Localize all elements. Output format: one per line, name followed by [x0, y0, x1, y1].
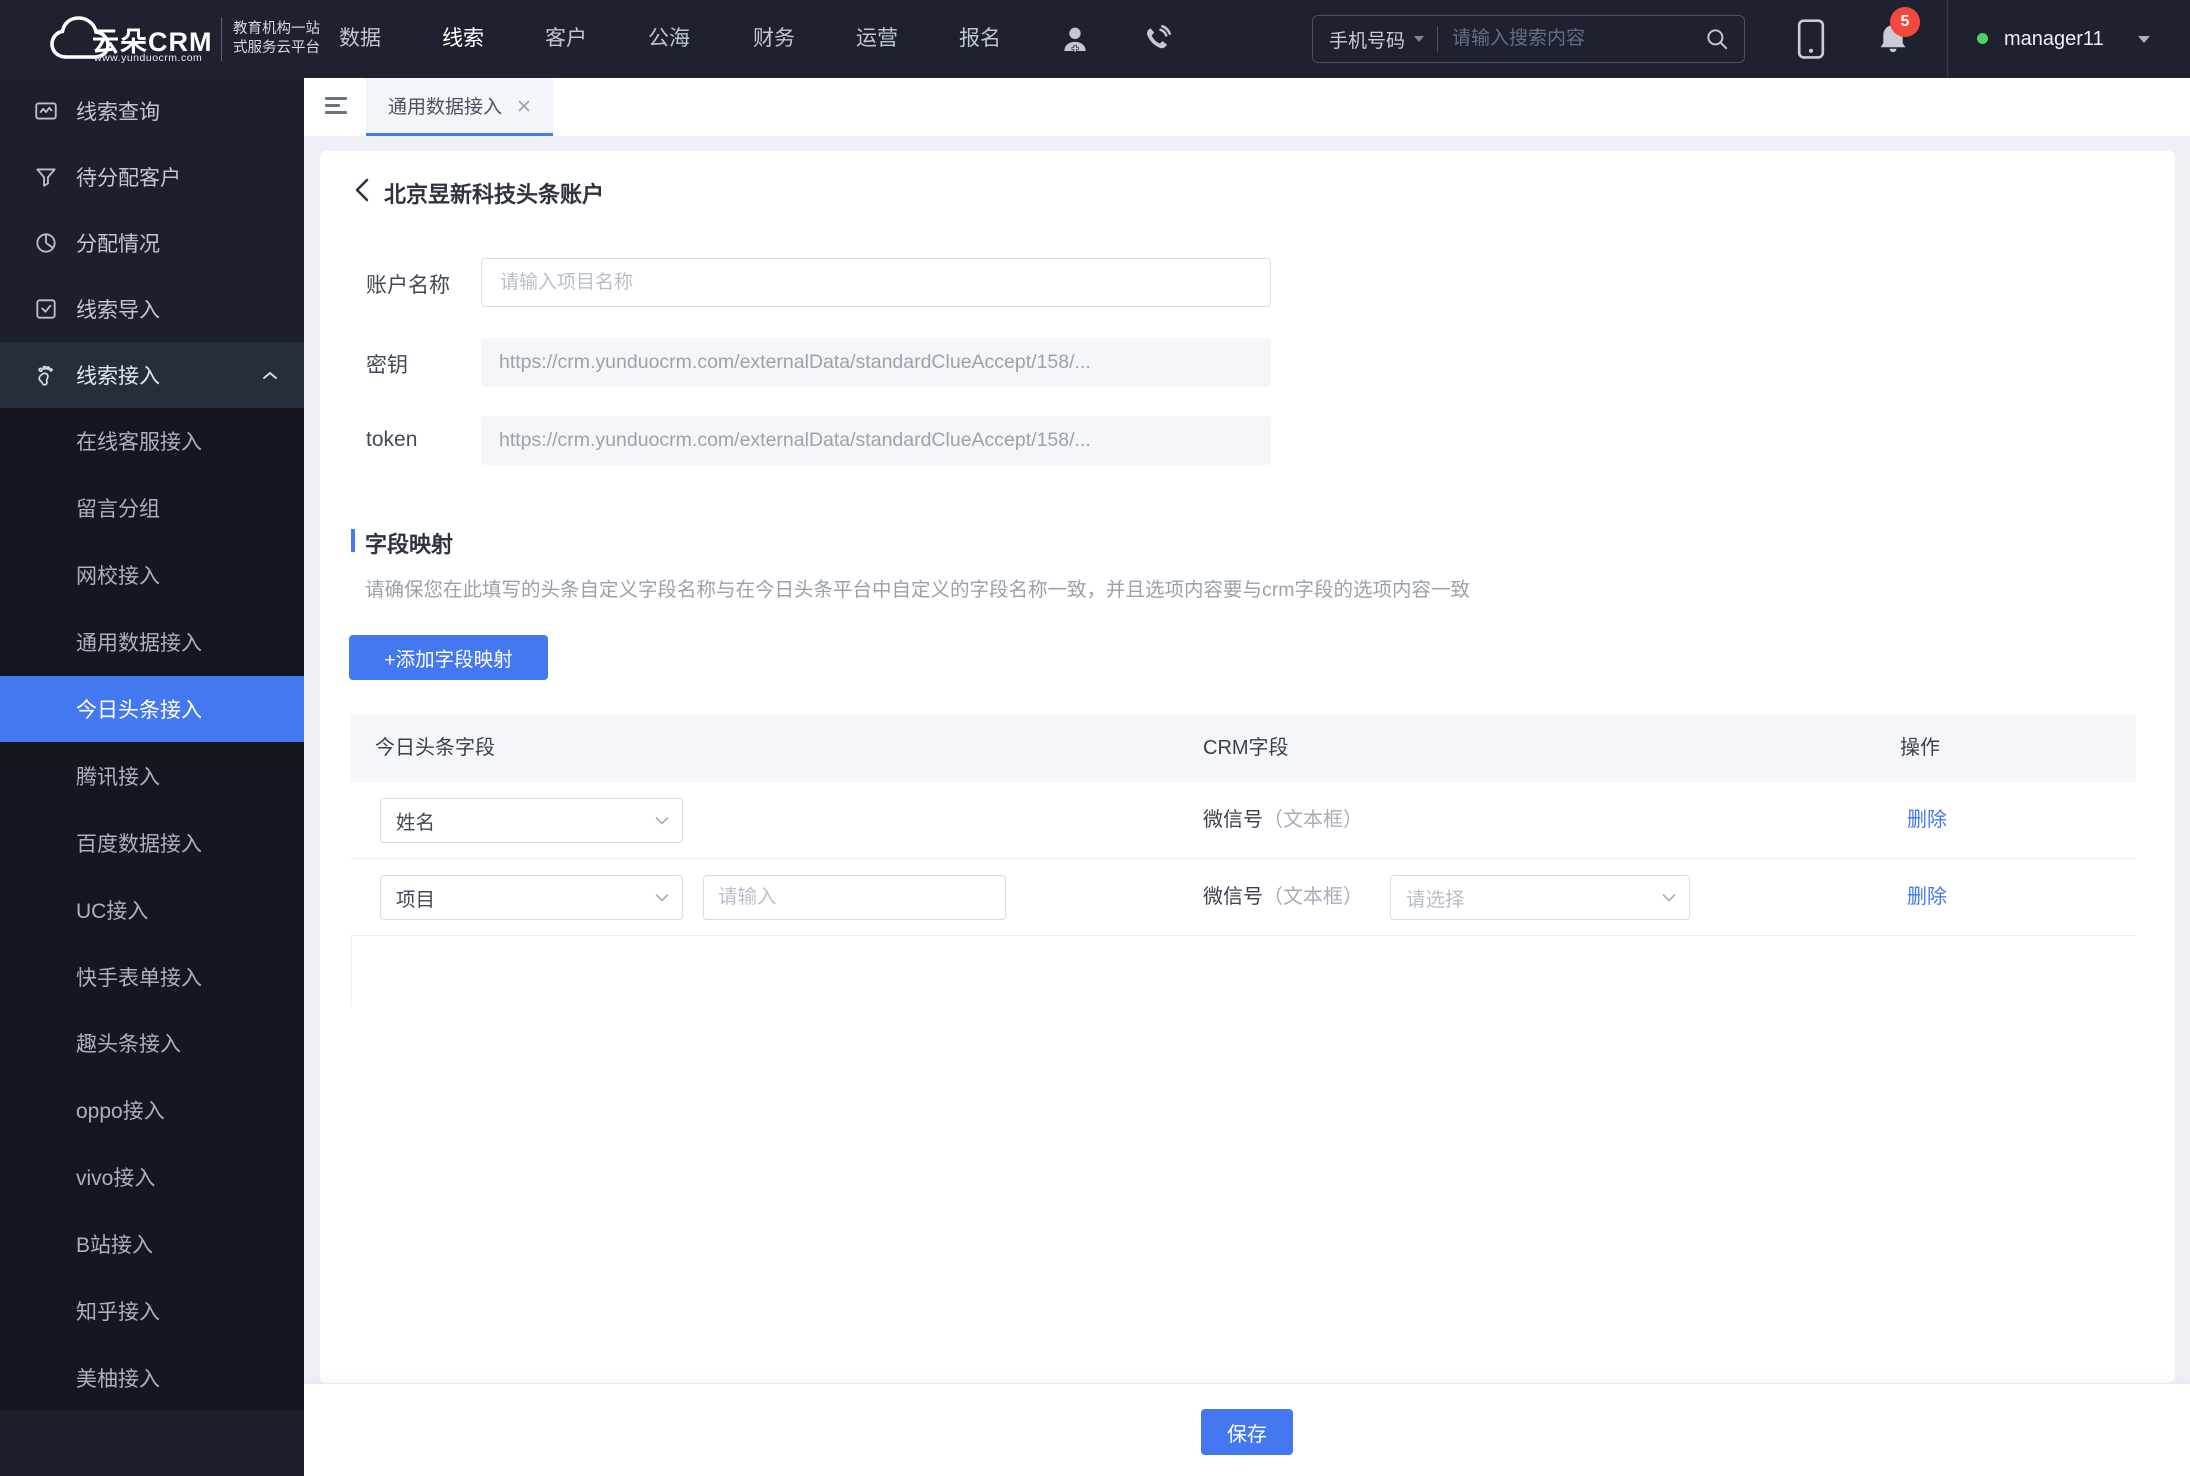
- back-chevron-icon[interactable]: [353, 177, 375, 203]
- footer-action-bar: 保存: [304, 1383, 2190, 1476]
- brand-url: www.yunduocrm.com: [94, 52, 203, 64]
- secret-key-label: 密钥: [366, 354, 408, 377]
- collapse-menu-icon[interactable]: [325, 97, 347, 117]
- sidebar-item-uc-access[interactable]: UC接入: [0, 876, 304, 943]
- chevron-down-icon: [655, 816, 669, 825]
- chevron-up-icon: [262, 370, 278, 380]
- sidebar-item-vivo-access[interactable]: vivo接入: [0, 1144, 304, 1211]
- topnav-customers[interactable]: 客户: [545, 0, 587, 78]
- table-row: 姓名 微信号（文本框） 删除: [351, 782, 2136, 859]
- sidebar-item-toutiao-access[interactable]: 今日头条接入: [0, 675, 304, 743]
- crm-field-cell: 微信号（文本框）: [1203, 886, 1363, 908]
- sidebar-item-zhihu-access[interactable]: 知乎接入: [0, 1278, 304, 1345]
- clue-access-submenu: 在线客服接入 留言分组 网校接入 通用数据接入 今日头条接入 腾讯接入 百度数据…: [0, 408, 304, 1412]
- sidebar-item-general-data-access[interactable]: 通用数据接入: [0, 609, 304, 676]
- sidebar-item-oppo-access[interactable]: oppo接入: [0, 1077, 304, 1144]
- save-button[interactable]: 保存: [1201, 1409, 1293, 1455]
- secret-key-value: https://crm.yunduocrm.com/externalData/s…: [481, 338, 1271, 387]
- topnav-public-pool[interactable]: 公海: [648, 0, 690, 78]
- main-panel: 北京昱新科技头条账户 账户名称 密钥 https://crm.yunduocrm…: [320, 151, 2175, 1383]
- sidebar-item-message-group[interactable]: 留言分组: [0, 475, 304, 542]
- search-icon[interactable]: [1704, 26, 1730, 52]
- account-name-input[interactable]: [481, 258, 1271, 307]
- delete-row-link[interactable]: 删除: [1907, 782, 1947, 859]
- sidebar-item-clue-query[interactable]: 线索查询: [0, 78, 304, 144]
- user-menu[interactable]: manager11: [2004, 0, 2104, 78]
- toutiao-field-select[interactable]: 项目: [380, 875, 683, 920]
- notification-badge: 5: [1890, 7, 1920, 37]
- field-mapping-title: 字段映射: [365, 532, 454, 557]
- call-phone-icon[interactable]: [1140, 0, 1174, 78]
- global-search-box: 手机号码: [1312, 15, 1745, 63]
- table-empty-area: [351, 936, 2136, 1006]
- table-header-row: 今日头条字段 CRM字段 操作: [351, 715, 2136, 782]
- page-title: 北京昱新科技头条账户: [384, 182, 605, 207]
- online-status-dot: [1977, 33, 1988, 44]
- funnel-icon: [33, 164, 59, 190]
- pie-chart-icon: [33, 230, 59, 256]
- topnav-clues[interactable]: 线索: [442, 0, 484, 78]
- sidebar-item-school-access[interactable]: 网校接入: [0, 542, 304, 609]
- tab-bar: 通用数据接入: [304, 78, 2190, 136]
- table-row: 项目 微信号（文本框） 请选择 删除: [351, 859, 2136, 936]
- sidebar: 线索查询 待分配客户 分配情况 线索导入 线索接入 在线客服接入 留言分组 网校…: [0, 78, 304, 1476]
- field-mapping-table: 今日头条字段 CRM字段 操作 姓名 微信号（文本框） 删除 项目 请输入 微信…: [351, 715, 2136, 1006]
- app-root: 云朵CRM www.yunduocrm.com 教育机构一站 式服务云平台 数据…: [0, 0, 2190, 1476]
- crm-field-cell: 微信号（文本框）: [1203, 809, 1363, 831]
- sidebar-item-kuaishou-access[interactable]: 快手表单接入: [0, 943, 304, 1010]
- sidebar-item-tencent-access[interactable]: 腾讯接入: [0, 742, 304, 809]
- account-name-label: 账户名称: [366, 274, 450, 297]
- brand-slogan: 教育机构一站 式服务云平台: [233, 21, 320, 56]
- chevron-down-icon: [1662, 893, 1676, 902]
- sidebar-item-bilibili-access[interactable]: B站接入: [0, 1211, 304, 1278]
- custom-field-input[interactable]: [703, 875, 1006, 920]
- col-header-toutiao-field: 今日头条字段: [375, 737, 495, 759]
- token-label: token: [366, 428, 418, 451]
- topnav-finance[interactable]: 财务: [753, 0, 795, 78]
- top-header: 云朵CRM www.yunduocrm.com 教育机构一站 式服务云平台 数据…: [0, 0, 2190, 78]
- delete-row-link[interactable]: 删除: [1907, 859, 1947, 936]
- topnav-data[interactable]: 数据: [339, 0, 381, 78]
- topnav-enrollment[interactable]: 报名: [959, 0, 1001, 78]
- brand-divider: [221, 17, 222, 61]
- sidebar-item-baidu-access[interactable]: 百度数据接入: [0, 809, 304, 876]
- user-menu-caret-icon[interactable]: [2138, 36, 2150, 43]
- search-category-select[interactable]: 手机号码: [1329, 26, 1405, 53]
- add-user-icon[interactable]: [1058, 0, 1092, 78]
- col-header-crm-field: CRM字段: [1203, 737, 1289, 759]
- sidebar-item-allocation-status[interactable]: 分配情况: [0, 210, 304, 276]
- sidebar-item-meiyou-access[interactable]: 美柚接入: [0, 1344, 304, 1411]
- chevron-down-icon: [655, 893, 669, 902]
- tab-general-data-access[interactable]: 通用数据接入: [366, 78, 553, 136]
- search-divider: [1437, 26, 1439, 52]
- field-mapping-description: 请确保您在此填写的头条自定义字段名称与在今日头条平台中自定义的字段名称一致，并且…: [365, 579, 1470, 601]
- col-header-action: 操作: [1900, 737, 1940, 759]
- sidebar-item-clue-access[interactable]: 线索接入: [0, 342, 304, 408]
- toutiao-field-select[interactable]: 姓名: [380, 798, 683, 843]
- topnav-operations[interactable]: 运营: [856, 0, 898, 78]
- sidebar-item-qutoutiao-access[interactable]: 趣头条接入: [0, 1010, 304, 1077]
- token-value: https://crm.yunduocrm.com/externalData/s…: [481, 416, 1271, 465]
- search-input[interactable]: [1452, 28, 1704, 50]
- sidebar-item-pending-customers[interactable]: 待分配客户: [0, 144, 304, 210]
- footprint-icon: [33, 362, 59, 388]
- import-icon: [33, 296, 59, 322]
- mobile-app-icon[interactable]: [1796, 0, 1826, 78]
- clue-query-icon: [33, 98, 59, 124]
- crm-option-select[interactable]: 请选择: [1390, 875, 1690, 920]
- header-divider: [1947, 0, 1948, 78]
- tab-close-icon[interactable]: [516, 98, 532, 114]
- sidebar-item-online-service-access[interactable]: 在线客服接入: [0, 408, 304, 475]
- add-field-mapping-button[interactable]: +添加字段映射: [349, 635, 548, 680]
- section-accent-bar: [351, 529, 355, 552]
- search-category-caret-icon[interactable]: [1414, 36, 1425, 42]
- sidebar-item-clue-import[interactable]: 线索导入: [0, 276, 304, 342]
